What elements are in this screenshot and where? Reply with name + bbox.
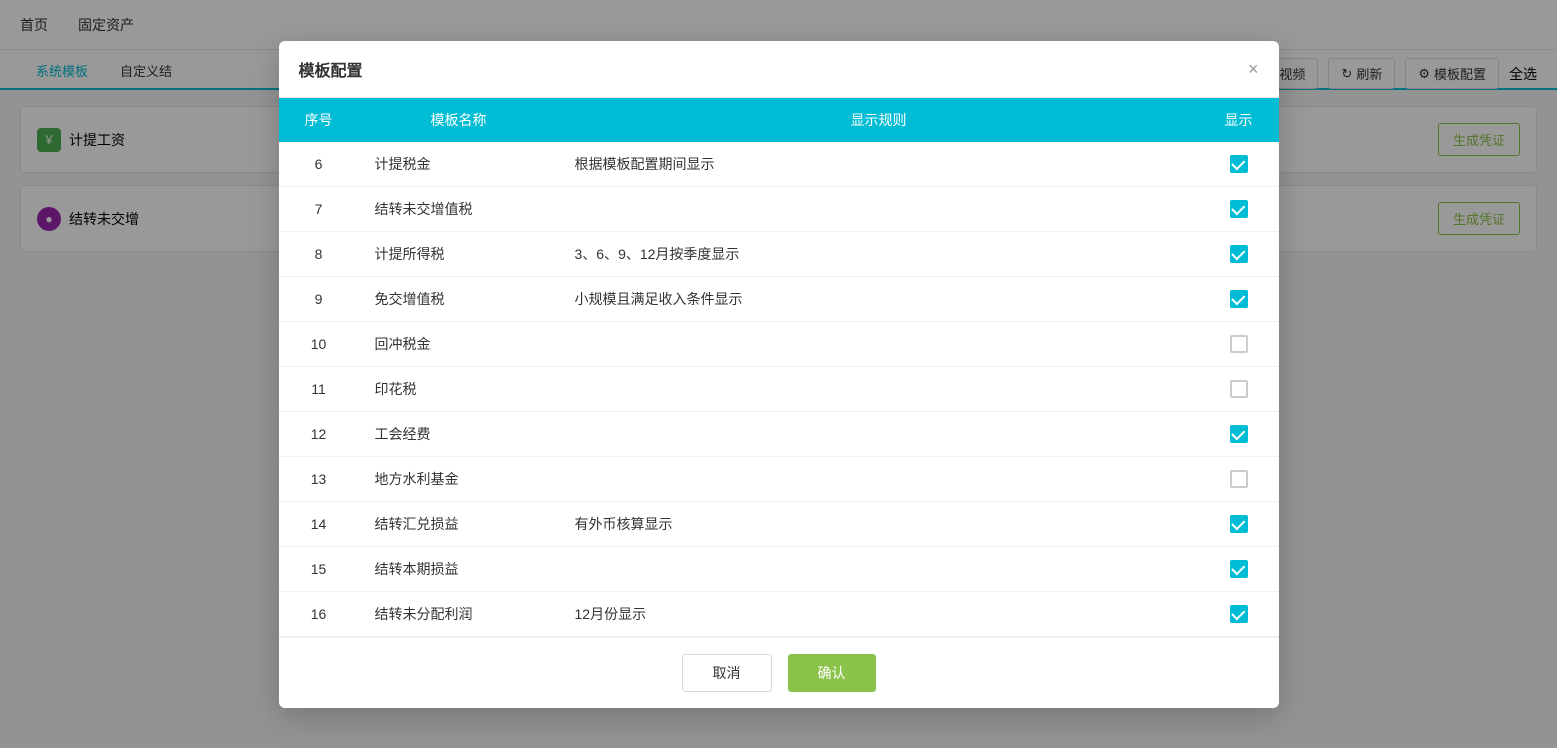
cell-rule (559, 456, 1199, 501)
table-row: 16结转未分配利润12月份显示 (279, 591, 1279, 636)
cell-name: 回冲税金 (359, 321, 559, 366)
table-row: 13地方水利基金 (279, 456, 1279, 501)
cell-display (1199, 456, 1279, 501)
checkbox-checked[interactable] (1230, 200, 1248, 218)
cell-name: 计提所得税 (359, 231, 559, 276)
checkbox-unchecked[interactable] (1230, 380, 1248, 398)
cell-id: 14 (279, 501, 359, 546)
cell-name: 结转本期损益 (359, 546, 559, 591)
cell-display (1199, 321, 1279, 366)
modal-body: 序号 模板名称 显示规则 显示 6计提税金根据模板配置期间显示7结转未交增值税8… (279, 98, 1279, 637)
table-row: 14结转汇兑损益有外币核算显示 (279, 501, 1279, 546)
checkbox-checked[interactable] (1230, 605, 1248, 623)
cell-display (1199, 231, 1279, 276)
confirm-button[interactable]: 确认 (788, 654, 876, 692)
col-header-name: 模板名称 (359, 98, 559, 142)
cell-rule (559, 411, 1199, 456)
cell-name: 结转汇兑损益 (359, 501, 559, 546)
cell-display (1199, 366, 1279, 411)
cell-rule (559, 321, 1199, 366)
table-header: 序号 模板名称 显示规则 显示 (279, 98, 1279, 142)
cell-id: 6 (279, 142, 359, 187)
table-row: 9免交增值税小规模且满足收入条件显示 (279, 276, 1279, 321)
cell-rule (559, 186, 1199, 231)
cell-display (1199, 411, 1279, 456)
cell-display (1199, 186, 1279, 231)
cell-rule (559, 546, 1199, 591)
header-row: 序号 模板名称 显示规则 显示 (279, 98, 1279, 142)
modal-footer: 取消 确认 (279, 637, 1279, 708)
table-row: 8计提所得税3、6、9、12月按季度显示 (279, 231, 1279, 276)
table-row: 7结转未交增值税 (279, 186, 1279, 231)
cell-rule (559, 366, 1199, 411)
cell-name: 印花税 (359, 366, 559, 411)
col-header-id: 序号 (279, 98, 359, 142)
checkbox-checked[interactable] (1230, 425, 1248, 443)
checkbox-unchecked[interactable] (1230, 335, 1248, 353)
cell-name: 计提税金 (359, 142, 559, 187)
cell-name: 工会经费 (359, 411, 559, 456)
table-row: 11印花税 (279, 366, 1279, 411)
cell-name: 结转未分配利润 (359, 591, 559, 636)
checkbox-unchecked[interactable] (1230, 470, 1248, 488)
checkbox-checked[interactable] (1230, 155, 1248, 173)
cell-id: 16 (279, 591, 359, 636)
table-row: 15结转本期损益 (279, 546, 1279, 591)
table-scroll-container[interactable]: 序号 模板名称 显示规则 显示 6计提税金根据模板配置期间显示7结转未交增值税8… (279, 98, 1279, 637)
table-row: 12工会经费 (279, 411, 1279, 456)
cell-display (1199, 546, 1279, 591)
cell-name: 结转未交增值税 (359, 186, 559, 231)
col-header-rule: 显示规则 (559, 98, 1199, 142)
cell-id: 10 (279, 321, 359, 366)
cell-rule: 有外币核算显示 (559, 501, 1199, 546)
cell-id: 15 (279, 546, 359, 591)
cell-name: 地方水利基金 (359, 456, 559, 501)
cell-display (1199, 142, 1279, 187)
cell-rule: 3、6、9、12月按季度显示 (559, 231, 1199, 276)
cell-id: 7 (279, 186, 359, 231)
modal-header: 模板配置 × (279, 41, 1279, 98)
cell-id: 8 (279, 231, 359, 276)
cancel-button[interactable]: 取消 (682, 654, 772, 692)
checkbox-checked[interactable] (1230, 515, 1248, 533)
cell-display (1199, 276, 1279, 321)
checkbox-checked[interactable] (1230, 560, 1248, 578)
col-header-display: 显示 (1199, 98, 1279, 142)
cell-id: 13 (279, 456, 359, 501)
cell-name: 免交增值税 (359, 276, 559, 321)
table-row: 6计提税金根据模板配置期间显示 (279, 142, 1279, 187)
cell-id: 12 (279, 411, 359, 456)
cell-display (1199, 501, 1279, 546)
cell-display (1199, 591, 1279, 636)
config-table: 序号 模板名称 显示规则 显示 6计提税金根据模板配置期间显示7结转未交增值税8… (279, 98, 1279, 637)
cell-rule: 12月份显示 (559, 591, 1199, 636)
table-body: 6计提税金根据模板配置期间显示7结转未交增值税8计提所得税3、6、9、12月按季… (279, 142, 1279, 637)
checkbox-checked[interactable] (1230, 245, 1248, 263)
checkbox-checked[interactable] (1230, 290, 1248, 308)
cell-id: 9 (279, 276, 359, 321)
modal-dialog: 模板配置 × 序号 模板名称 显示规则 显示 6计提税金根据模板配置期间显 (279, 41, 1279, 708)
modal-close-button[interactable]: × (1248, 60, 1259, 78)
modal-overlay: 模板配置 × 序号 模板名称 显示规则 显示 6计提税金根据模板配置期间显 (0, 0, 1557, 748)
table-row: 10回冲税金 (279, 321, 1279, 366)
cell-id: 11 (279, 366, 359, 411)
cell-rule: 小规模且满足收入条件显示 (559, 276, 1199, 321)
modal-title: 模板配置 (299, 57, 363, 81)
cell-rule: 根据模板配置期间显示 (559, 142, 1199, 187)
